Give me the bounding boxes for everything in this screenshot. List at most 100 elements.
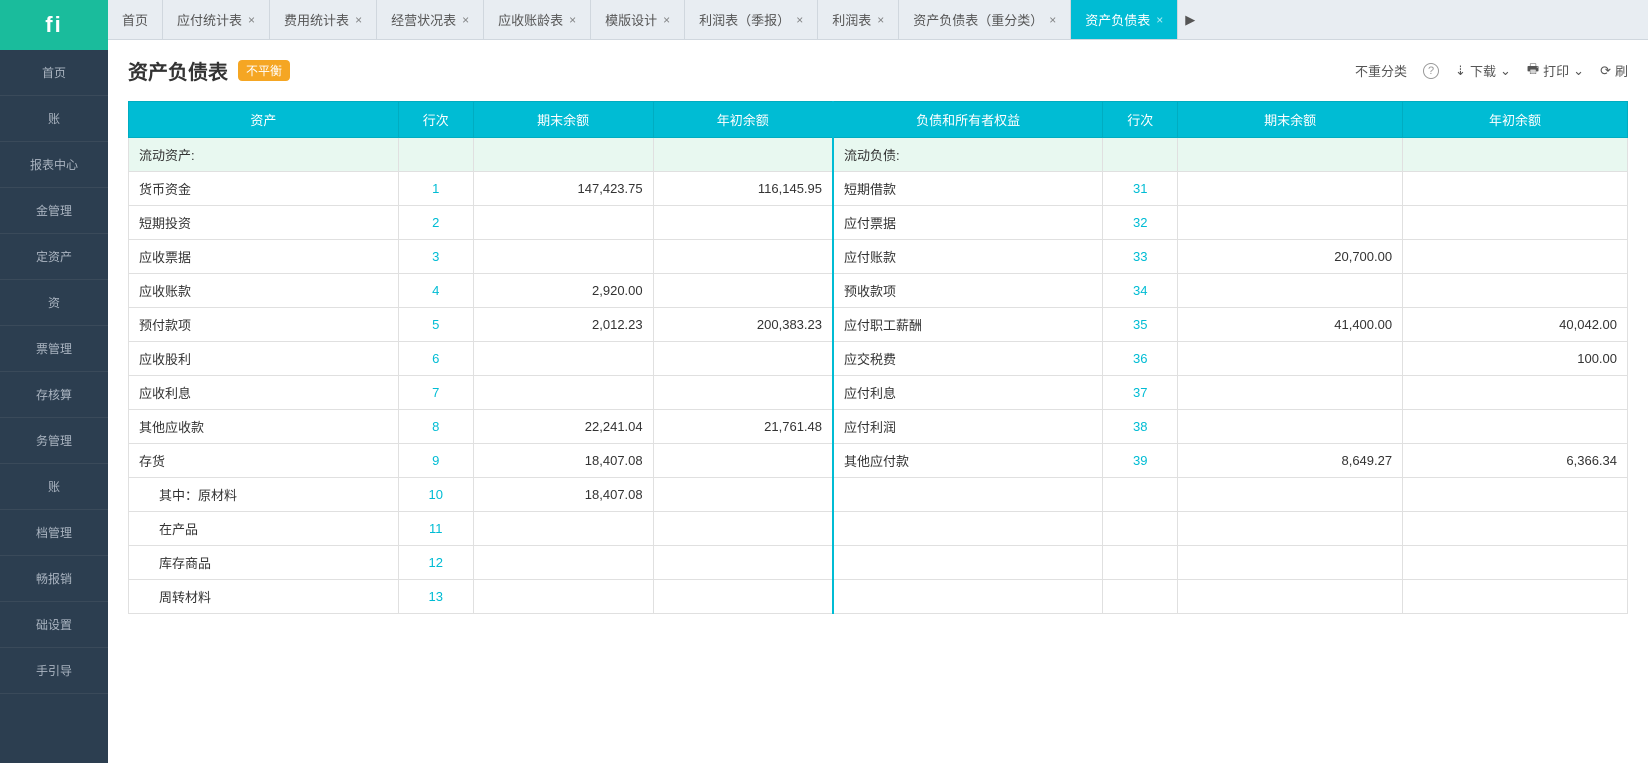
end-balance2[interactable]: [1178, 512, 1403, 546]
sidebar-item-account[interactable]: 账: [0, 96, 108, 142]
col-header-asset: 资产: [129, 102, 399, 138]
year-start2[interactable]: [1403, 580, 1628, 614]
tab-profit[interactable]: 利润表 ×: [818, 0, 899, 40]
year-start[interactable]: [653, 274, 833, 308]
end-balance[interactable]: [473, 512, 653, 546]
tab-close-profit-quarterly[interactable]: ×: [796, 13, 803, 27]
end-balance2[interactable]: [1178, 376, 1403, 410]
asset-name: 应收票据: [129, 240, 399, 274]
tab-close-profit[interactable]: ×: [877, 13, 884, 27]
end-balance[interactable]: 2,012.23: [473, 308, 653, 342]
tab-operations[interactable]: 经营状况表 ×: [377, 0, 484, 40]
year-start2[interactable]: [1403, 512, 1628, 546]
refresh-button[interactable]: ⟳ 刷: [1600, 61, 1628, 80]
row-num2: [1103, 580, 1178, 614]
row-num: 1: [398, 172, 473, 206]
end-balance2[interactable]: [1178, 478, 1403, 512]
end-balance2[interactable]: [1178, 172, 1403, 206]
end-balance[interactable]: [473, 342, 653, 376]
tab-scroll-right[interactable]: ▶: [1178, 0, 1202, 40]
end-balance2[interactable]: 41,400.00: [1178, 308, 1403, 342]
end-balance2[interactable]: [1178, 274, 1403, 308]
tab-close-balance-reclassify[interactable]: ×: [1049, 13, 1056, 27]
end-balance[interactable]: [473, 240, 653, 274]
end-balance2[interactable]: [1178, 206, 1403, 240]
tab-close-expense-stats[interactable]: ×: [355, 13, 362, 27]
end-balance2[interactable]: [1178, 580, 1403, 614]
sidebar-item-archive[interactable]: 档管理: [0, 510, 108, 556]
year-start[interactable]: [653, 478, 833, 512]
download-button[interactable]: ⇣ 下载 ⌄: [1455, 61, 1511, 80]
year-start2[interactable]: 40,042.00: [1403, 308, 1628, 342]
tab-home[interactable]: 首页: [108, 0, 163, 40]
year-start2[interactable]: [1403, 206, 1628, 240]
year-start2[interactable]: [1403, 240, 1628, 274]
end-balance2[interactable]: 8,649.27: [1178, 444, 1403, 478]
sidebar-item-inventory[interactable]: 存核算: [0, 372, 108, 418]
year-start[interactable]: 21,761.48: [653, 410, 833, 444]
tab-expense-stats[interactable]: 费用统计表 ×: [270, 0, 377, 40]
sidebar-item-fund-mgmt[interactable]: 金管理: [0, 188, 108, 234]
end-balance[interactable]: [473, 580, 653, 614]
end-balance2[interactable]: [1178, 410, 1403, 444]
end-balance2[interactable]: [1178, 342, 1403, 376]
year-start[interactable]: [653, 376, 833, 410]
end-balance[interactable]: [473, 206, 653, 240]
year-start2[interactable]: [1403, 546, 1628, 580]
end-balance[interactable]: 147,423.75: [473, 172, 653, 206]
sidebar-item-fixed-assets[interactable]: 定资产: [0, 234, 108, 280]
sidebar-item-tax-mgmt[interactable]: 务管理: [0, 418, 108, 464]
year-start[interactable]: [653, 546, 833, 580]
year-start[interactable]: [653, 342, 833, 376]
tab-close-operations[interactable]: ×: [462, 13, 469, 27]
year-start[interactable]: [653, 206, 833, 240]
sidebar-item-ledger[interactable]: 账: [0, 464, 108, 510]
tab-close-template-design[interactable]: ×: [663, 13, 670, 27]
year-start[interactable]: 200,383.23: [653, 308, 833, 342]
help-icon[interactable]: ?: [1423, 63, 1439, 79]
sidebar-item-home[interactable]: 首页: [0, 50, 108, 96]
end-balance2[interactable]: [1178, 546, 1403, 580]
tab-balance-sheet[interactable]: 资产负债表 ×: [1071, 0, 1178, 40]
year-start2[interactable]: [1403, 274, 1628, 308]
liability-name: [833, 478, 1103, 512]
row-num2: 38: [1103, 410, 1178, 444]
sidebar-item-capital[interactable]: 资: [0, 280, 108, 326]
tab-balance-reclassify[interactable]: 资产负债表（重分类） ×: [899, 0, 1071, 40]
row-num2: 39: [1103, 444, 1178, 478]
year-start2[interactable]: 100.00: [1403, 342, 1628, 376]
year-start2[interactable]: 6,366.34: [1403, 444, 1628, 478]
tab-payable-stats[interactable]: 应付统计表 ×: [163, 0, 270, 40]
end-balance[interactable]: 22,241.04: [473, 410, 653, 444]
tab-close-receivable-aging[interactable]: ×: [569, 13, 576, 27]
tab-receivable-aging[interactable]: 应收账龄表 ×: [484, 0, 591, 40]
year-start2[interactable]: [1403, 376, 1628, 410]
year-start[interactable]: [653, 512, 833, 546]
year-start[interactable]: [653, 444, 833, 478]
sidebar-item-expense[interactable]: 畅报销: [0, 556, 108, 602]
end-balance[interactable]: [473, 546, 653, 580]
year-start[interactable]: 116,145.95: [653, 172, 833, 206]
year-start[interactable]: [653, 580, 833, 614]
sidebar-item-ticket-mgmt[interactable]: 票管理: [0, 326, 108, 372]
sidebar-item-settings[interactable]: 础设置: [0, 602, 108, 648]
tab-profit-quarterly[interactable]: 利润表（季报） ×: [685, 0, 818, 40]
end-balance[interactable]: 2,920.00: [473, 274, 653, 308]
no-classify-label[interactable]: 不重分类: [1355, 61, 1407, 80]
sidebar-item-report-center[interactable]: 报表中心: [0, 142, 108, 188]
col-header-liability: 负债和所有者权益: [833, 102, 1103, 138]
year-start2[interactable]: [1403, 478, 1628, 512]
tab-close-payable-stats[interactable]: ×: [248, 13, 255, 27]
year-start2[interactable]: [1403, 172, 1628, 206]
end-balance[interactable]: 18,407.08: [473, 478, 653, 512]
tab-template-design[interactable]: 模版设计 ×: [591, 0, 685, 40]
tab-close-balance-sheet[interactable]: ×: [1156, 13, 1163, 27]
sidebar-item-guide[interactable]: 手引导: [0, 648, 108, 694]
year-start2[interactable]: [1403, 410, 1628, 444]
row-num: 4: [398, 274, 473, 308]
end-balance[interactable]: 18,407.08: [473, 444, 653, 478]
end-balance[interactable]: [473, 376, 653, 410]
print-button[interactable]: 🖶 打印 ⌄: [1527, 60, 1584, 82]
end-balance2[interactable]: 20,700.00: [1178, 240, 1403, 274]
year-start[interactable]: [653, 240, 833, 274]
